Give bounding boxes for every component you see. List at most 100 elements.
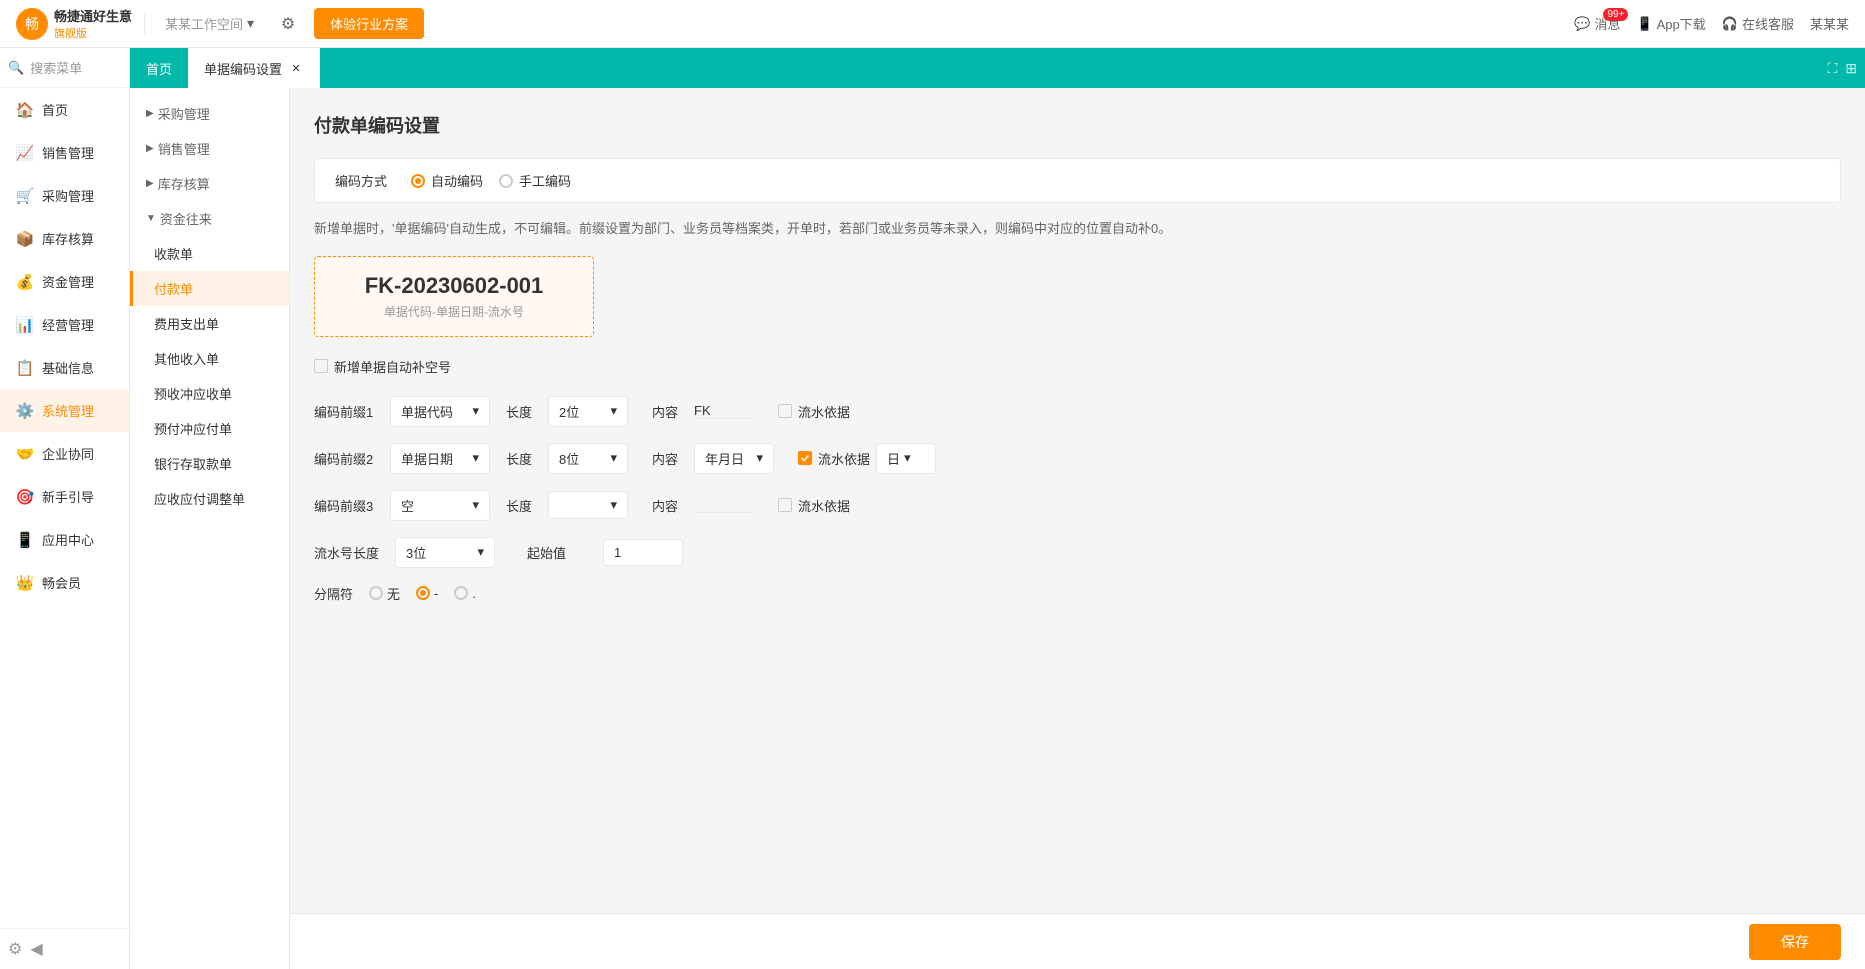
length3-select[interactable]: ▾ bbox=[548, 491, 628, 519]
prefix1-select[interactable]: 单据代码 ▾ bbox=[390, 396, 490, 427]
sidebar-item-system[interactable]: ⚙️ 系统管理 bbox=[0, 389, 129, 432]
sep-dash-radio[interactable]: - bbox=[416, 586, 438, 601]
auto-fill-checkbox[interactable] bbox=[314, 359, 328, 373]
auto-coding-radio-dot bbox=[415, 178, 421, 184]
apps-icon: 📱 bbox=[16, 531, 34, 549]
sidebar-item-apps[interactable]: 📱 应用中心 bbox=[0, 518, 129, 561]
message-badge: 99+ bbox=[1603, 8, 1628, 21]
serial3-checkbox-row: 流水依据 bbox=[778, 496, 850, 515]
tab-close-icon[interactable]: ✕ bbox=[288, 60, 304, 76]
prefix3-chevron-icon: ▾ bbox=[472, 497, 479, 513]
search-menu-button[interactable]: 🔍 搜索菜单 bbox=[0, 48, 129, 88]
app-download-button[interactable]: 📱 App下载 bbox=[1636, 14, 1705, 33]
manual-coding-radio[interactable]: 手工编码 bbox=[499, 171, 571, 190]
sidebar-item-enterprise[interactable]: 🤝 企业协同 bbox=[0, 432, 129, 475]
sub-menu-capital-header[interactable]: ▼ 资金往来 bbox=[130, 201, 289, 236]
sidebar-item-inventory[interactable]: 📦 库存核算 bbox=[0, 217, 129, 260]
serial3-checkbox[interactable] bbox=[778, 498, 792, 512]
prefix2-label: 编码前缀2 bbox=[314, 449, 374, 468]
auto-fill-row: 新增单据自动补空号 bbox=[314, 357, 1841, 376]
sub-menu-item-bank[interactable]: 银行存取款单 bbox=[130, 446, 289, 481]
length2-select[interactable]: 8位 ▾ bbox=[548, 443, 628, 474]
tab-encoding[interactable]: 单据编码设置 ✕ bbox=[188, 48, 320, 88]
form-row-prefix2: 编码前缀2 单据日期 ▾ 长度 8位 ▾ 内容 年月日 bbox=[314, 443, 1841, 474]
example-code: FK-20230602-001 bbox=[339, 273, 569, 299]
sidebar-settings-button[interactable]: ⚙ bbox=[8, 939, 22, 959]
sub-layout: ▶ 采购管理 ▶ 销售管理 ▶ 库存核算 bbox=[130, 88, 1865, 969]
user-area[interactable]: 某某某 bbox=[1810, 14, 1849, 33]
serial2-unit-select[interactable]: 日 ▾ bbox=[876, 443, 936, 474]
chevron-down-icon: ▾ bbox=[247, 15, 254, 32]
manual-coding-radio-circle bbox=[499, 174, 513, 188]
sidebar-item-sales[interactable]: 📈 销售管理 bbox=[0, 131, 129, 174]
sidebar-item-operations[interactable]: 📊 经营管理 bbox=[0, 303, 129, 346]
operations-icon: 📊 bbox=[16, 316, 34, 334]
sep-dash-dot bbox=[416, 586, 430, 600]
auto-coding-radio[interactable]: 自动编码 bbox=[411, 171, 483, 190]
top-bar-right: 💬 消息 99+ 📱 App下载 🎧 在线客服 某某某 bbox=[1574, 14, 1849, 33]
tab-expand-icon[interactable]: ⊞ bbox=[1845, 60, 1857, 77]
sub-menu-item-other-income[interactable]: 其他收入单 bbox=[130, 341, 289, 376]
chevron-right-icon2: ▶ bbox=[146, 143, 154, 154]
member-icon: 👑 bbox=[16, 574, 34, 592]
info-text: 新增单据时，'单据编码'自动生成，不可编辑。前缀设置为部门、业务员等档案类，开单… bbox=[314, 219, 1841, 240]
sub-menu-inventory-group: ▶ 库存核算 bbox=[130, 166, 289, 201]
length2-chevron-icon: ▾ bbox=[610, 450, 617, 466]
page-title: 付款单编码设置 bbox=[314, 112, 1841, 138]
sep-none-radio[interactable]: 无 bbox=[369, 584, 400, 603]
prefix3-select[interactable]: 空 ▾ bbox=[390, 490, 490, 521]
example-desc: 单据代码-单据日期-流水号 bbox=[339, 303, 569, 320]
serial-len-select[interactable]: 3位 ▾ bbox=[395, 537, 495, 568]
workspace-dropdown[interactable]: 某某工作空间 ▾ bbox=[157, 10, 262, 37]
save-button[interactable]: 保存 bbox=[1749, 924, 1841, 960]
sales-icon: 📈 bbox=[16, 144, 34, 162]
sub-menu-sales-group: ▶ 销售管理 bbox=[130, 131, 289, 166]
sub-menu-capital-group: ▼ 资金往来 收款单 付款单 费用支出单 其他收入单 bbox=[130, 201, 289, 516]
content1-value: FK bbox=[694, 403, 754, 419]
sidebar-item-purchase[interactable]: 🛒 采购管理 bbox=[0, 174, 129, 217]
sidebar-collapse-button[interactable]: ◀ bbox=[30, 939, 42, 959]
message-button[interactable]: 💬 消息 99+ bbox=[1574, 14, 1620, 33]
sub-menu-item-expense[interactable]: 费用支出单 bbox=[130, 306, 289, 341]
system-icon: ⚙️ bbox=[16, 402, 34, 420]
tab-home[interactable]: 首页 bbox=[130, 48, 188, 88]
service-button[interactable]: 🎧 在线客服 bbox=[1722, 14, 1794, 33]
sub-menu-item-adjust[interactable]: 应收应付调整单 bbox=[130, 481, 289, 516]
serial-len-chevron-icon: ▾ bbox=[477, 544, 484, 560]
serial1-checkbox[interactable] bbox=[778, 404, 792, 418]
settings-icon[interactable]: ⚙ bbox=[274, 10, 302, 38]
serial2-checkbox[interactable] bbox=[798, 451, 812, 465]
length1-select[interactable]: 2位 ▾ bbox=[548, 396, 628, 427]
coding-method-label: 编码方式 bbox=[335, 171, 387, 190]
sub-menu-inventory-header[interactable]: ▶ 库存核算 bbox=[130, 166, 289, 201]
sidebar-item-finance[interactable]: 💰 资金管理 bbox=[0, 260, 129, 303]
experience-button[interactable]: 体验行业方案 bbox=[314, 8, 424, 39]
sep-dot-radio[interactable]: . bbox=[454, 586, 476, 601]
sub-menu-item-prepay-collect[interactable]: 预收冲应收单 bbox=[130, 376, 289, 411]
prefix2-select[interactable]: 单据日期 ▾ bbox=[390, 443, 490, 474]
check-icon bbox=[800, 453, 810, 463]
sub-menu-item-receipt[interactable]: 收款单 bbox=[130, 236, 289, 271]
form-row-prefix1: 编码前缀1 单据代码 ▾ 长度 2位 ▾ 内容 FK bbox=[314, 396, 1841, 427]
sidebar-item-home[interactable]: 🏠 首页 bbox=[0, 88, 129, 131]
sub-menu-item-prepay-pay[interactable]: 预付冲应付单 bbox=[130, 411, 289, 446]
sep-none-dot bbox=[369, 586, 383, 600]
sub-menu-purchase-header[interactable]: ▶ 采购管理 bbox=[130, 96, 289, 131]
start-value-input[interactable] bbox=[603, 539, 683, 566]
sidebar-item-basic[interactable]: 📋 基础信息 bbox=[0, 346, 129, 389]
tab-fullscreen-icon[interactable]: ⛶ bbox=[1827, 60, 1837, 77]
length2-label: 长度 bbox=[506, 449, 532, 468]
sidebar-item-guide[interactable]: 🎯 新手引导 bbox=[0, 475, 129, 518]
inventory-icon: 📦 bbox=[16, 230, 34, 248]
content3-label: 内容 bbox=[652, 496, 678, 515]
sidebar-item-member[interactable]: 👑 畅会员 bbox=[0, 561, 129, 604]
chevron-right-icon: ▶ bbox=[146, 108, 154, 119]
sep-dash-inner bbox=[420, 590, 426, 596]
sub-menu-sales-header[interactable]: ▶ 销售管理 bbox=[130, 131, 289, 166]
sub-menu-item-payment[interactable]: 付款单 bbox=[130, 271, 289, 306]
content3-value bbox=[694, 497, 754, 513]
content2-select[interactable]: 年月日 ▾ bbox=[694, 443, 774, 474]
content-area: 首页 单据编码设置 ✕ ⛶ ⊞ ▶ 采购管理 bbox=[130, 48, 1865, 969]
coding-method-card: 编码方式 自动编码 手工编码 bbox=[314, 158, 1841, 203]
sub-menu-purchase-group: ▶ 采购管理 bbox=[130, 96, 289, 131]
